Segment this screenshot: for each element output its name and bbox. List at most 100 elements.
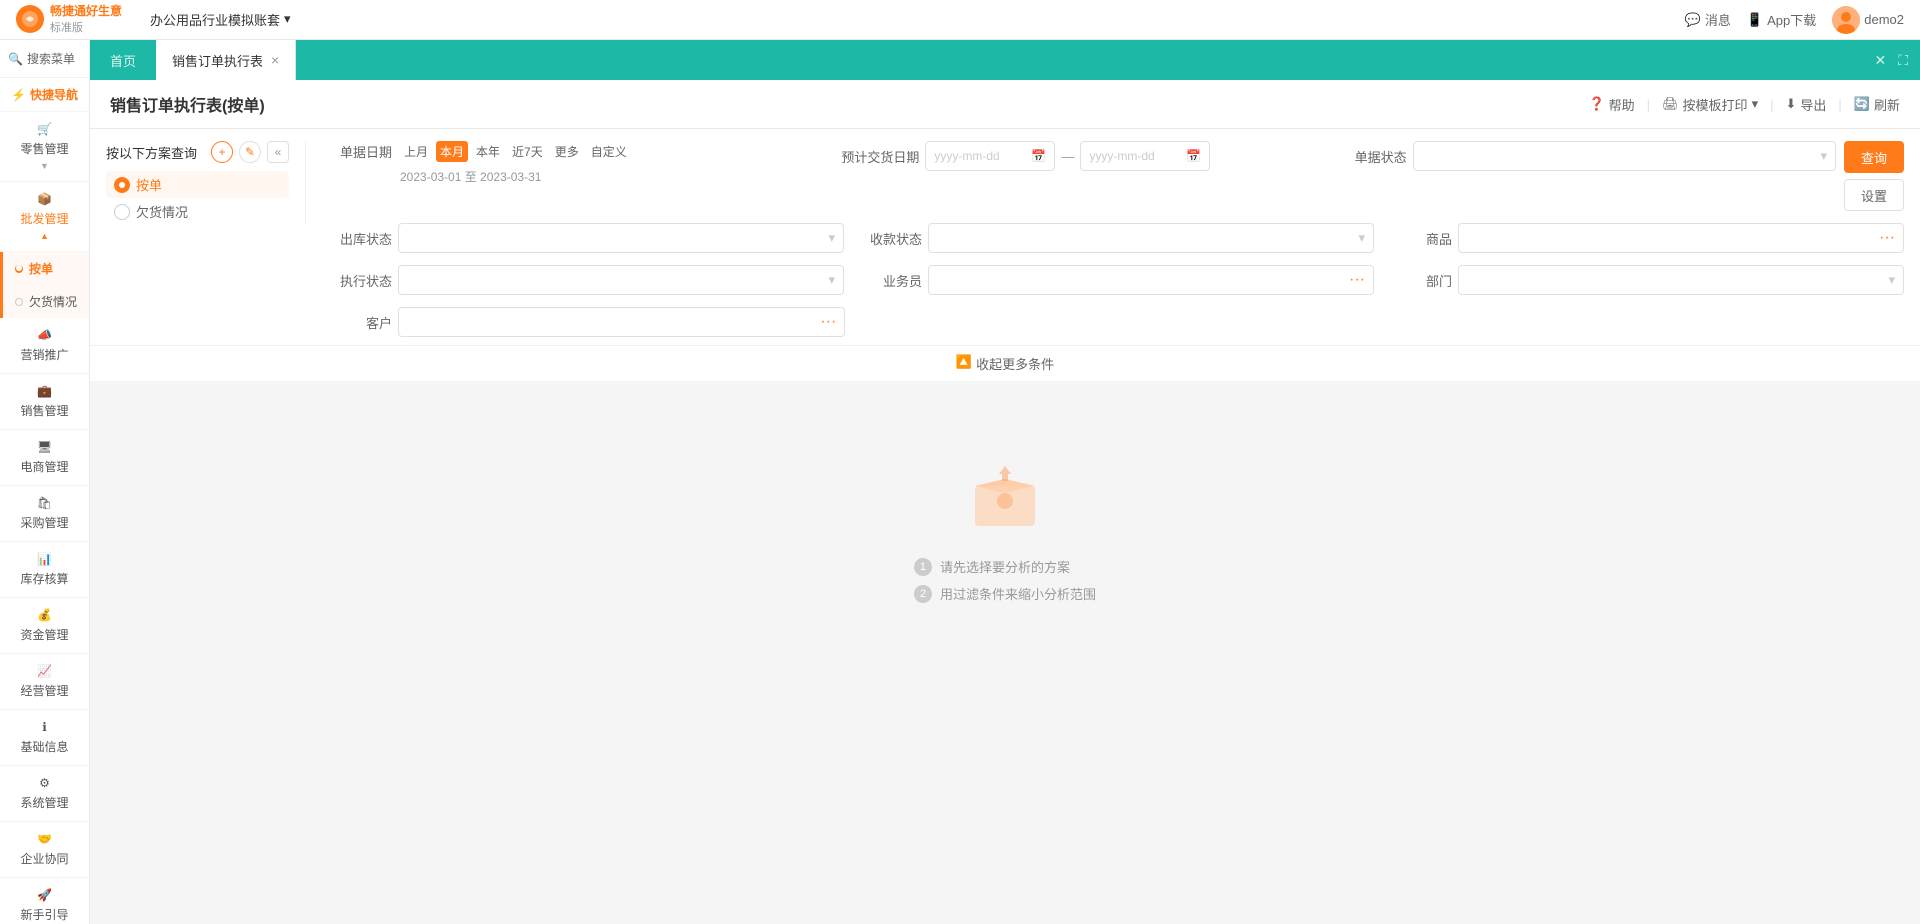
tip-num-2: 2 [914, 585, 932, 603]
sidebar-item-system[interactable]: ⚙ 系统管理 [0, 766, 89, 822]
logo-text-area: 畅捷通好生意 标准版 [50, 4, 122, 34]
presale-label: 按单 [29, 260, 53, 277]
logo-area: 畅捷通好生意 标准版 [16, 4, 122, 34]
print-button[interactable]: 🖨 按模板打印 ▾ [1662, 95, 1758, 114]
sidebar-item-enterprise[interactable]: 🤝 企业协同 [0, 822, 89, 878]
refresh-button[interactable]: 🔄 刷新 [1854, 95, 1900, 114]
tab-close-icon[interactable]: × [271, 52, 279, 68]
sidebar-sub-item-presale[interactable]: 按单 [3, 252, 89, 285]
expected-date-from-input[interactable]: yyyy-mm-dd 📅 [925, 141, 1055, 171]
app-download-button[interactable]: 📱 App下载 [1747, 10, 1816, 29]
plan-inactive-circle [114, 204, 130, 220]
filter-left-icons: + ✎ « [211, 141, 289, 163]
query-button[interactable]: 查询 [1844, 141, 1904, 173]
product-dots-icon[interactable]: ··· [1879, 229, 1895, 247]
dept-label: 部门 [1382, 271, 1452, 290]
exec-select[interactable]: ▾ [398, 265, 844, 295]
tab-bar: 首页 销售订单执行表 × ✕ ⛶ [90, 40, 1920, 80]
customer-dots-icon[interactable]: ··· [820, 313, 836, 331]
finance-label: 资金管理 [20, 626, 68, 643]
product-field: 商品 ··· [1382, 223, 1904, 253]
plan-item-presale[interactable]: 按单 [106, 171, 289, 198]
customer-field: 客户 ··· [322, 307, 845, 337]
plan-item-debt[interactable]: 欠货情况 [106, 198, 289, 225]
sidebar-item-retail[interactable]: 🛒 零售管理 [0, 112, 89, 182]
inventory-icon: 📊 [37, 552, 52, 566]
help-button[interactable]: ❓ 帮助 [1588, 95, 1634, 114]
dept-chevron-icon: ▾ [1888, 272, 1895, 288]
receipt-label: 收款状态 [852, 229, 922, 248]
sidebar-sub-item-debt[interactable]: 欠货情况 [3, 285, 89, 318]
calendar-to-icon[interactable]: 📅 [1186, 149, 1201, 163]
outbound-label: 出库状态 [322, 229, 392, 248]
logo-icon [16, 5, 44, 33]
date-tab-thismonth[interactable]: 本月 [436, 141, 468, 162]
window-close-icon[interactable]: ✕ [1874, 52, 1886, 69]
content-area: 首页 销售订单执行表 × ✕ ⛶ 销售订单执行表(按单) ❓ 帮助 [90, 40, 1920, 924]
sidebar-item-marketing[interactable]: 📣 营销推广 [0, 318, 89, 374]
tab-home[interactable]: 首页 [90, 40, 156, 80]
status-select[interactable]: ▾ [1413, 141, 1836, 171]
outbound-field: 出库状态 ▾ [322, 223, 844, 253]
collapse-filter-button[interactable]: 🔼 收起更多条件 [90, 345, 1920, 381]
tip-text-2: 用过滤条件来缩小分析范围 [940, 584, 1096, 603]
search-menu-button[interactable]: 🔍 搜索菜单 [0, 40, 89, 78]
customer-input[interactable]: ··· [398, 307, 845, 337]
filter-left-header: 按以下方案查询 + ✎ « [106, 141, 289, 163]
export-label: 导出 [1800, 95, 1826, 114]
sidebar-item-quicknav[interactable]: ⚡ 快捷导航 [0, 78, 89, 112]
product-input[interactable]: ··· [1458, 223, 1904, 253]
filter-left-panel: 按以下方案查询 + ✎ « 按单 [106, 141, 306, 225]
receipt-select[interactable]: ▾ [928, 223, 1374, 253]
message-label: 消息 [1705, 10, 1731, 29]
collapse-up-icon: 🔼 [956, 354, 972, 373]
edit-plan-button[interactable]: ✎ [239, 141, 261, 163]
calendar-from-icon[interactable]: 📅 [1031, 149, 1046, 163]
date-tab-7days[interactable]: 近7天 [508, 141, 547, 162]
inventory-label: 库存核算 [20, 570, 68, 587]
sidebar-item-business[interactable]: 📈 经营管理 [0, 654, 89, 710]
sidebar-item-finance[interactable]: 💰 资金管理 [0, 598, 89, 654]
date-tab-lastmonth[interactable]: 上月 [400, 141, 432, 162]
expected-date-to-input[interactable]: yyyy-mm-dd 📅 [1080, 141, 1210, 171]
doc-selector[interactable]: 办公用品行业模拟账套 ▾ [150, 10, 291, 29]
date-tabs: 上月 本月 本年 近7天 更多 自定义 [400, 141, 631, 162]
window-maximize-icon[interactable]: ⛶ [1898, 52, 1908, 69]
sidebar-item-inventory[interactable]: 📊 库存核算 [0, 542, 89, 598]
sidebar-item-sales[interactable]: 💼 销售管理 [0, 374, 89, 430]
salesperson-dots-icon[interactable]: ··· [1349, 271, 1365, 289]
dept-select[interactable]: ▾ [1458, 265, 1904, 295]
enterprise-label: 企业协同 [20, 850, 68, 867]
sidebar-item-ecommerce[interactable]: 🖥 电商管理 [0, 430, 89, 486]
salesperson-input[interactable]: ··· [928, 265, 1374, 295]
export-button[interactable]: ⬇ 导出 [1785, 95, 1826, 114]
enterprise-icon: 🤝 [37, 832, 52, 846]
customer-label: 客户 [322, 313, 392, 332]
sidebar-item-purchase[interactable]: 🛍 采购管理 [0, 486, 89, 542]
tab-sales-order[interactable]: 销售订单执行表 × [156, 40, 296, 80]
sales-label: 销售管理 [20, 402, 68, 419]
date-tab-thisyear[interactable]: 本年 [472, 141, 504, 162]
date-tab-more[interactable]: 更多 [551, 141, 583, 162]
filter-panel: 按以下方案查询 + ✎ « 按单 [90, 129, 1920, 381]
message-button[interactable]: 💬 消息 [1685, 10, 1731, 29]
empty-tip-2: 2 用过滤条件来缩小分析范围 [914, 584, 1096, 603]
date-tab-custom[interactable]: 自定义 [587, 141, 631, 162]
add-plan-button[interactable]: + [211, 141, 233, 163]
date-field-group: 单据日期 上月 本月 本年 近7天 更多 自定义 [322, 141, 821, 185]
sidebar-item-guide[interactable]: 🚀 新手引导 [0, 878, 89, 924]
settings-button[interactable]: 设置 [1844, 179, 1904, 211]
ecommerce-label: 电商管理 [20, 458, 68, 475]
sidebar-item-wholesale[interactable]: 📦 批发管理 [0, 182, 89, 252]
collapse-left-button[interactable]: « [267, 141, 289, 163]
exec-label: 执行状态 [322, 271, 392, 290]
filter-row-1: 单据日期 上月 本月 本年 近7天 更多 自定义 [322, 141, 1904, 211]
chevron-down-icon: ▾ [284, 11, 291, 27]
expected-to-placeholder: yyyy-mm-dd [1089, 149, 1154, 163]
sidebar-item-basic[interactable]: ℹ 基础信息 [0, 710, 89, 766]
user-menu[interactable]: demo2 [1832, 6, 1904, 34]
outbound-select[interactable]: ▾ [398, 223, 844, 253]
filter-main-row: 按以下方案查询 + ✎ « 按单 [90, 129, 1920, 345]
page-content: 销售订单执行表(按单) ❓ 帮助 | 🖨 按模板打印 ▾ | ⬇ [90, 80, 1920, 924]
purchase-label: 采购管理 [20, 514, 68, 531]
